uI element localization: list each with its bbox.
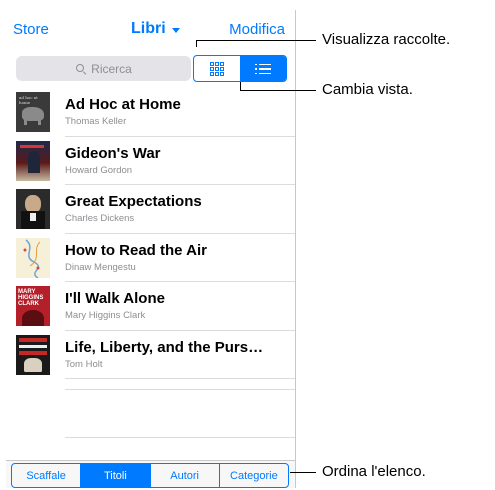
list-view-button[interactable] [240, 56, 286, 81]
callout-sort: Ordina l'elenco. [322, 463, 426, 480]
book-title: Ad Hoc at Home [65, 96, 181, 113]
grid-view-button[interactable] [194, 56, 240, 81]
callout-line-collections [196, 40, 197, 47]
book-row[interactable]: Life, Liberty, and the Purs… Tom Holt [6, 331, 295, 379]
collections-menu-button[interactable]: Libri [131, 20, 180, 38]
book-list: ad hoc at home Ad Hoc at Home Thomas Kel… [6, 88, 295, 379]
callout-line-sort [290, 472, 316, 473]
book-author: Howard Gordon [65, 164, 133, 176]
book-author: Dinaw Mengestu [65, 261, 136, 273]
store-button[interactable]: Store [13, 21, 49, 38]
book-cover: ad hoc at home [16, 92, 50, 132]
edit-button[interactable]: Modifica [229, 21, 285, 38]
book-cover [16, 334, 50, 375]
chevron-down-icon [171, 28, 180, 33]
callout-view: Cambia vista. [322, 81, 413, 98]
bottom-toolbar: Scaffale Titoli Autori Categorie [6, 460, 295, 488]
ibooks-screen: Store Libri Modifica Ricerca ad hoc at h… [6, 10, 296, 488]
book-cover [16, 189, 50, 229]
book-author: Tom Holt [65, 358, 103, 370]
callout-line-collections [196, 40, 316, 41]
sort-segmented-control[interactable]: Scaffale Titoli Autori Categorie [11, 463, 289, 488]
book-title: How to Read the Air [65, 241, 207, 259]
book-cover [16, 140, 50, 181]
search-field[interactable]: Ricerca [16, 56, 191, 81]
search-icon [75, 63, 87, 75]
book-title: Gideon's War [65, 144, 161, 162]
book-cover: MARY HIGGINS CLARK [16, 286, 50, 326]
tab-authors[interactable]: Autori [151, 464, 220, 487]
book-author: Thomas Keller [65, 116, 127, 127]
callout-line-view [240, 90, 316, 91]
collection-title: Libri [131, 20, 166, 37]
book-row[interactable]: Gideon's War Howard Gordon [6, 137, 295, 185]
book-row[interactable]: Great Expectations Charles Dickens [6, 185, 295, 234]
grid-icon [210, 61, 224, 76]
tab-titles[interactable]: Titoli [81, 464, 151, 487]
book-title: Life, Liberty, and the Purs… [65, 338, 264, 356]
cover-line: CLARK [18, 301, 39, 307]
book-cover [16, 237, 50, 278]
book-title: Great Expectations [65, 193, 202, 210]
list-icon [255, 63, 271, 75]
search-placeholder: Ricerca [91, 61, 132, 76]
book-row[interactable]: How to Read the Air Dinaw Mengestu [6, 234, 295, 282]
tab-shelf[interactable]: Scaffale [12, 464, 82, 487]
book-author: Mary Higgins Clark [65, 310, 146, 321]
callout-collections: Visualizza raccolte. [322, 31, 451, 48]
view-toggle[interactable] [193, 55, 287, 82]
book-author: Charles Dickens [65, 213, 135, 224]
book-row[interactable]: ad hoc at home Ad Hoc at Home Thomas Kel… [6, 88, 295, 137]
book-title: I'll Walk Alone [65, 290, 165, 307]
navigation-bar: Store Libri Modifica [6, 10, 295, 52]
tab-categories[interactable]: Categorie [220, 464, 288, 487]
cover-text: ad hoc at home [19, 95, 38, 105]
book-row[interactable]: MARY HIGGINS CLARK I'll Walk Alone Mary … [6, 282, 295, 331]
